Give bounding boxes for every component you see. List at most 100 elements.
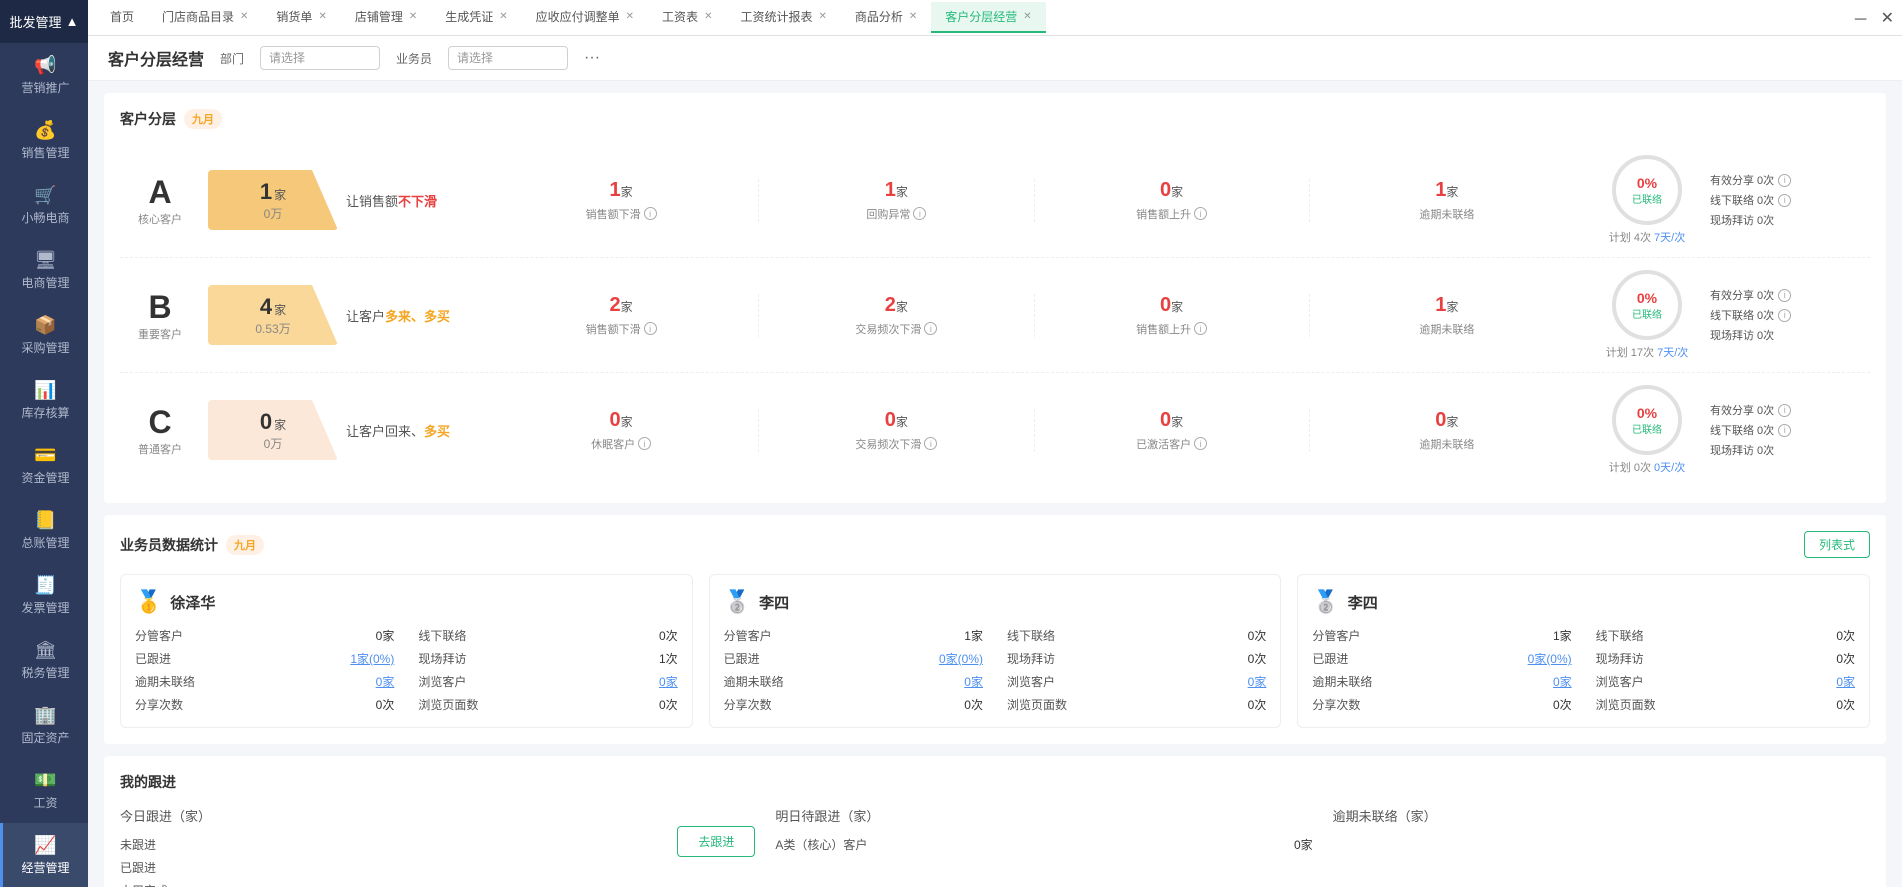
tab-customer-tier[interactable]: 客户分层经营 ✕ [931,2,1045,33]
sidebar-item-yingxiao[interactable]: 📢 营销推广 [0,43,88,108]
sp-val[interactable]: 1家(0%) [350,650,394,667]
tab-sales[interactable]: 销货单 ✕ [262,2,340,33]
page-title: 客户分层经营 [108,46,204,70]
info-icon[interactable]: i [1194,322,1207,335]
tier-a-stat3-num: 1 [1435,179,1446,201]
info-icon[interactable]: i [1194,437,1207,450]
tab-voucher-close[interactable]: ✕ [499,11,507,22]
info-icon[interactable]: i [1194,207,1207,220]
info-icon[interactable]: i [638,437,651,450]
sp-val[interactable]: 0家 [659,673,678,690]
sidebar-expand-icon[interactable]: ▲ [66,14,79,29]
sales-select[interactable]: 请选择 [448,46,568,70]
filter-more-icon[interactable]: ··· [584,49,600,67]
sp-stat-row: 逾期未联络 0家 [724,673,983,690]
tab-sales-close[interactable]: ✕ [318,11,326,22]
sidebar-item-gongzi[interactable]: 💵 工资 [0,758,88,823]
tab-payroll-report[interactable]: 工资统计报表 ✕ [726,2,840,33]
yingxiao-icon: 📢 [3,55,88,76]
window-minimize-icon[interactable]: － [1853,6,1869,30]
sp-val[interactable]: 0家(0%) [1528,650,1572,667]
sales-label: 业务员 [396,50,432,67]
info-icon[interactable]: i [1778,174,1791,187]
tab-payroll-label: 工资表 [662,8,698,25]
sidebar-item-guding[interactable]: 🏢 固定资产 [0,693,88,758]
info-icon[interactable]: i [1778,289,1791,302]
sidebar-logo[interactable]: 批发管理 ▲ [0,0,88,43]
sp-header-1: 🥈 李四 [724,589,1267,615]
tier-b-name: 重要客户 [120,326,200,342]
sidebar-item-shuiwu[interactable]: 🏛 税务管理 [0,628,88,693]
tab-payable-close[interactable]: ✕ [626,11,634,22]
sp-val[interactable]: 0家 [1836,673,1855,690]
tab-store-manage-close[interactable]: ✕ [409,11,417,22]
tab-product-analysis-close[interactable]: ✕ [909,11,917,22]
goto-followup-button[interactable]: 去跟进 [677,826,755,857]
sidebar-item-dianshang[interactable]: 🖥 电商管理 [0,238,88,303]
window-close-icon[interactable]: ✕ [1881,8,1894,28]
tab-store-catalog[interactable]: 门店商品目录 ✕ [148,2,262,33]
tab-payroll[interactable]: 工资表 ✕ [648,2,726,33]
sp-label: 浏览页面数 [1007,696,1067,713]
tier-c-stat-3: 0家 逾期未联络 [1310,409,1584,452]
tab-payable[interactable]: 应收应付调整单 ✕ [522,2,648,33]
tab-store-catalog-close[interactable]: ✕ [240,11,248,22]
sidebar-item-fapiao[interactable]: 🧾 发票管理 [0,563,88,628]
sp-val: 1次 [659,650,678,667]
tab-home[interactable]: 首页 [96,2,148,33]
sidebar-item-xiaochang[interactable]: 🛒 小畅电商 [0,173,88,238]
tier-c-plan-link[interactable]: 0天/次 [1654,462,1685,474]
sp-stats-2: 分管客户 1家 线下联络 0次 已跟进 0家(0%) 现场拜访 [1312,627,1855,713]
tier-a-contact: 0% 已联络 计划 4次 7天/次 [1592,155,1702,245]
tab-payroll-report-close[interactable]: ✕ [818,11,826,22]
xiaoshou-icon: 💰 [3,120,88,141]
tier-a-stat1-num: 1 [885,179,896,201]
sp-val[interactable]: 0家 [1248,673,1267,690]
sp-stat-row: 分享次数 0次 [724,696,983,713]
info-icon[interactable]: i [913,207,926,220]
tier-b-plan-link[interactable]: 7天/次 [1657,347,1688,359]
tab-product-analysis[interactable]: 商品分析 ✕ [841,2,931,33]
sp-val[interactable]: 0家 [964,673,983,690]
info-icon[interactable]: i [644,322,657,335]
sp-val[interactable]: 0家(0%) [939,650,983,667]
main-area: 首页 门店商品目录 ✕ 销货单 ✕ 店铺管理 ✕ 生成凭证 ✕ 应收应付调整单 … [88,0,1902,887]
kucun-icon: 📊 [3,380,88,401]
tab-voucher-label: 生成凭证 [445,8,493,25]
sidebar-item-zijin[interactable]: 💳 资金管理 [0,433,88,498]
sp-stat-row: 已跟进 0家(0%) [1312,650,1571,667]
sidebar-item-zhanghu[interactable]: 📒 总账管理 [0,498,88,563]
sp-medal-1: 🥈 [724,589,751,615]
sp-stat-row: 浏览页面数 0次 [1007,696,1266,713]
tier-c-plan: 计划 0次 0天/次 [1592,459,1702,475]
tier-c-contact: 0% 已联络 计划 0次 0天/次 [1592,385,1702,475]
tab-voucher[interactable]: 生成凭证 ✕ [431,2,521,33]
tab-store-manage[interactable]: 店铺管理 ✕ [341,2,431,33]
caigou-icon: 📦 [3,315,88,336]
list-view-button[interactable]: 列表式 [1804,531,1870,558]
tier-a-stats: 1家 销售额下滑i 1家 回购异常i 0家 销售额上升i 1家 逾期未联络 [484,179,1584,222]
sidebar-item-kucun[interactable]: 📊 库存核算 [0,368,88,433]
info-icon[interactable]: i [924,322,937,335]
sp-header-2: 🥈 李四 [1312,589,1855,615]
tier-a-plan-link[interactable]: 7天/次 [1654,232,1685,244]
info-icon[interactable]: i [1778,194,1791,207]
sp-val[interactable]: 0家 [1553,673,1572,690]
info-icon[interactable]: i [924,437,937,450]
info-icon[interactable]: i [644,207,657,220]
tab-customer-tier-close[interactable]: ✕ [1023,11,1031,22]
tier-b-stat1-num: 2 [885,294,896,316]
sidebar-item-jingying[interactable]: 📈 经营管理 [0,823,88,887]
sidebar-item-label: 营销推广 [3,79,88,96]
sp-stat-row: 已跟进 0家(0%) [724,650,983,667]
info-icon[interactable]: i [1778,309,1791,322]
dept-select[interactable]: 请选择 [260,46,380,70]
sidebar-item-caigou[interactable]: 📦 采购管理 [0,303,88,368]
sidebar-item-xiaoshou[interactable]: 💰 销售管理 [0,108,88,173]
sp-val[interactable]: 0家 [376,673,395,690]
info-icon[interactable]: i [1778,404,1791,417]
tab-payroll-close[interactable]: ✕ [704,11,712,22]
info-icon[interactable]: i [1778,424,1791,437]
sp-stat-row: 分管客户 1家 [1312,627,1571,644]
zijin-icon: 💳 [3,445,88,466]
